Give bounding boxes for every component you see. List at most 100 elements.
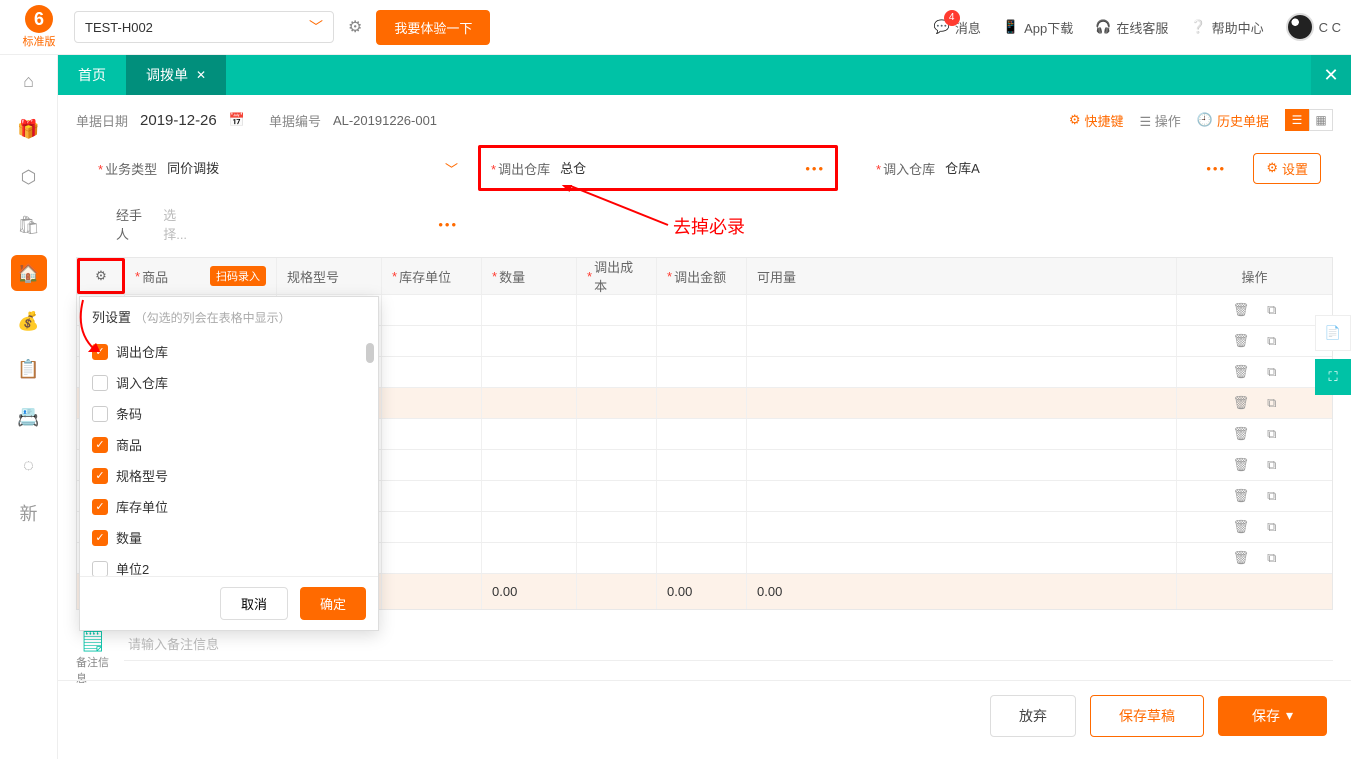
nav-loading-icon[interactable]: ◌ — [11, 447, 47, 483]
ops-link[interactable]: ☰ 操作 — [1140, 111, 1181, 130]
colset-item[interactable]: 调入仓库 — [92, 367, 366, 398]
app-download-link[interactable]: 📱 App下载 — [1003, 18, 1073, 37]
colset-item[interactable]: 规格型号 — [92, 460, 366, 491]
column-settings-popover: 列设置 （勾选的列会在表格中显示） 调出仓库调入仓库条码商品规格型号库存单位数量… — [79, 296, 379, 631]
nav-contacts-icon[interactable]: 📇 — [11, 399, 47, 435]
copy-icon[interactable]: ⧉ — [1267, 550, 1276, 566]
colset-item-label: 调入仓库 — [116, 373, 168, 392]
save-draft-button[interactable]: 保存草稿 — [1090, 695, 1204, 737]
out-warehouse-value: 总仓 — [560, 154, 740, 182]
checkbox[interactable] — [92, 406, 108, 422]
float-note-icon[interactable]: 📄 — [1315, 315, 1351, 351]
colset-item[interactable]: 库存单位 — [92, 491, 366, 522]
delete-icon[interactable]: 🗑 — [1233, 302, 1250, 318]
checkbox[interactable] — [92, 561, 108, 577]
view-list-icon[interactable]: ☰ — [1285, 109, 1309, 131]
float-expand-icon[interactable]: ⛶ — [1315, 359, 1351, 395]
logo: 6 标准版 — [10, 5, 68, 49]
more-icon[interactable]: ••• — [805, 161, 825, 176]
colset-item[interactable]: 数量 — [92, 522, 366, 553]
chevron-down-icon: ﹀ — [309, 17, 323, 37]
business-type-field[interactable]: *业务类型 同价调拨 ﹀ — [98, 154, 458, 182]
delete-icon[interactable]: 🗑 — [1233, 426, 1250, 442]
help-center-link[interactable]: ❔ 帮助中心 — [1190, 18, 1263, 37]
shortcut-link[interactable]: ⚙快捷键 — [1069, 111, 1124, 130]
save-button[interactable]: 保存▾ — [1218, 696, 1327, 736]
copy-icon[interactable]: ⧉ — [1267, 395, 1276, 411]
colset-item[interactable]: 调出仓库 — [92, 336, 366, 367]
more-icon[interactable]: ••• — [1206, 161, 1226, 176]
column-settings-button[interactable]: ⚙ — [77, 258, 125, 294]
remark-section: 🗒 备注信息 — [76, 628, 1333, 662]
settings-button[interactable]: ⚙设置 — [1253, 153, 1321, 184]
colset-item-label: 调出仓库 — [116, 342, 168, 361]
nav-bag-icon[interactable]: 🛍 — [11, 207, 47, 243]
copy-icon[interactable]: ⧉ — [1267, 333, 1276, 349]
colset-item[interactable]: 条码 — [92, 398, 366, 429]
tab-transfer[interactable]: 调拨单 ✕ — [126, 55, 226, 95]
handler-field[interactable]: 经手人 选择... ••• — [98, 205, 458, 243]
copy-icon[interactable]: ⧉ — [1267, 488, 1276, 504]
trial-button[interactable]: 我要体验一下 — [376, 10, 490, 45]
checkbox[interactable] — [92, 437, 108, 453]
delete-icon[interactable]: 🗑 — [1233, 550, 1250, 566]
delete-icon[interactable]: 🗑 — [1233, 395, 1250, 411]
store-selector[interactable]: TEST-H002 ﹀ — [74, 11, 334, 43]
copy-icon[interactable]: ⧉ — [1267, 519, 1276, 535]
user-menu[interactable]: C C — [1286, 13, 1341, 41]
history-link[interactable]: 🕘历史单据 — [1197, 111, 1269, 130]
date-value[interactable]: 2019-12-26 — [140, 112, 217, 129]
items-table: ⚙ *商品扫码录入 规格型号 *库存单位 *数量 *调出成本 *调出金额 可用量… — [76, 257, 1333, 610]
footer-qty: 0.00 — [482, 574, 577, 609]
tab-bar: 首页 调拨单 ✕ ✕ — [58, 55, 1351, 95]
cancel-button[interactable]: 取消 — [220, 587, 288, 620]
copy-icon[interactable]: ⧉ — [1267, 426, 1276, 442]
nav-money-icon[interactable]: 💰 — [11, 303, 47, 339]
colset-item-label: 单位2 — [116, 559, 149, 576]
copy-icon[interactable]: ⧉ — [1267, 302, 1276, 318]
delete-icon[interactable]: 🗑 — [1233, 457, 1250, 473]
checkbox[interactable] — [92, 468, 108, 484]
checkbox[interactable] — [92, 530, 108, 546]
scrollbar-thumb[interactable] — [366, 343, 374, 363]
more-icon[interactable]: ••• — [438, 217, 458, 232]
checkbox[interactable] — [92, 499, 108, 515]
checkbox[interactable] — [92, 344, 108, 360]
colset-item-label: 商品 — [116, 435, 142, 454]
out-warehouse-field[interactable]: *调出仓库 总仓 ••• — [478, 145, 838, 191]
remark-input[interactable] — [124, 629, 1333, 661]
checkbox[interactable] — [92, 375, 108, 391]
ok-button[interactable]: 确定 — [300, 587, 366, 620]
customer-service-link[interactable]: 🎧 在线客服 — [1095, 18, 1168, 37]
close-all-tabs[interactable]: ✕ — [1311, 55, 1351, 95]
close-icon[interactable]: ✕ — [196, 68, 206, 82]
nav-gift-icon[interactable]: 🎁 — [11, 111, 47, 147]
delete-icon[interactable]: 🗑 — [1233, 488, 1250, 504]
gear-icon: ⚙ — [1266, 160, 1278, 176]
delete-icon[interactable]: 🗑 — [1233, 333, 1250, 349]
colset-item-label: 库存单位 — [116, 497, 168, 516]
nav-new-icon[interactable]: 新 — [11, 495, 47, 531]
gear-icon[interactable]: ⚙ — [348, 17, 362, 37]
th-unit: *库存单位 — [382, 258, 482, 294]
discard-button[interactable]: 放弃 — [990, 695, 1076, 737]
messages-link[interactable]: 💬 消息 4 — [934, 18, 981, 37]
colset-item[interactable]: 单位2 — [92, 553, 366, 576]
nav-tag-icon[interactable]: ⬡ — [11, 159, 47, 195]
copy-icon[interactable]: ⧉ — [1267, 364, 1276, 380]
delete-icon[interactable]: 🗑 — [1233, 364, 1250, 380]
colset-item[interactable]: 商品 — [92, 429, 366, 460]
view-grid-icon[interactable]: ▦ — [1309, 109, 1333, 131]
copy-icon[interactable]: ⧉ — [1267, 457, 1276, 473]
table-header: ⚙ *商品扫码录入 规格型号 *库存单位 *数量 *调出成本 *调出金额 可用量… — [77, 258, 1332, 294]
delete-icon[interactable]: 🗑 — [1233, 519, 1250, 535]
scan-entry-button[interactable]: 扫码录入 — [210, 266, 266, 286]
side-nav: ⌂ 🎁 ⬡ 🛍 🏠 💰 📋 📇 ◌ 新 — [0, 55, 58, 759]
nav-home-icon[interactable]: ⌂ — [11, 63, 47, 99]
in-warehouse-field[interactable]: *调入仓库 仓库A ••• — [876, 154, 1226, 182]
nav-warehouse-icon[interactable]: 🏠 — [11, 255, 47, 291]
calendar-icon[interactable]: 📅 — [229, 112, 245, 128]
nav-clipboard-icon[interactable]: 📋 — [11, 351, 47, 387]
tab-home[interactable]: 首页 — [58, 55, 126, 95]
top-bar: 6 标准版 TEST-H002 ﹀ ⚙ 我要体验一下 💬 消息 4 📱 App下… — [0, 0, 1351, 55]
